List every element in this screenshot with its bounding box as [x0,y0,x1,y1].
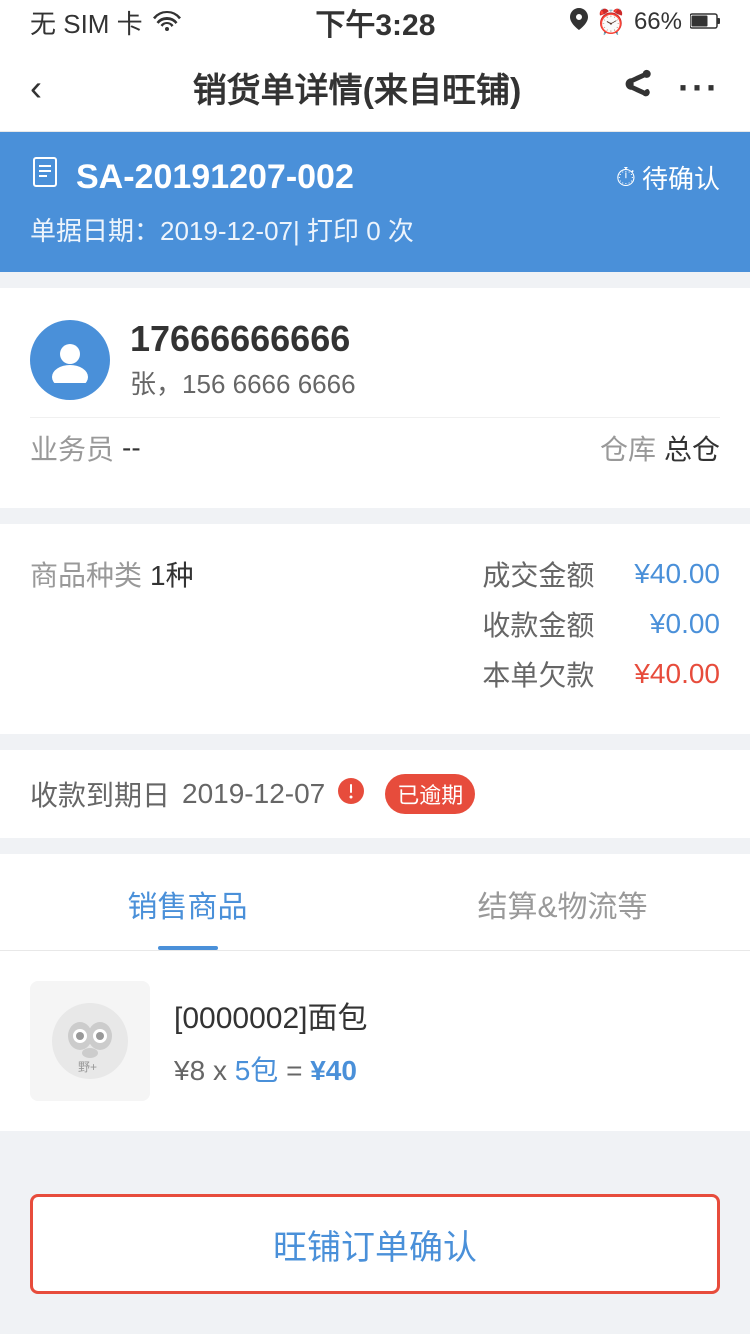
status-clock-icon: ⏱ [616,162,636,194]
nav-bar: ‹ 销货单详情(来自旺铺) ··· [0,44,750,132]
status-right: ⏰ 66% [570,8,720,37]
share-icon[interactable] [624,69,654,107]
warehouse-value: 总仓 [664,428,720,468]
alarm-icon: ⏰ [596,8,626,37]
order-date-value: 2019-12-07 [160,216,293,246]
amount-row: 成交金额 ¥40.00 [482,554,720,594]
owed-value: ¥40.00 [634,658,720,690]
summary-left: 商品种类 1种 [30,554,194,594]
amount-value: ¥40.00 [634,558,720,590]
received-value: ¥0.00 [650,608,720,640]
battery-icon [690,8,720,36]
more-icon[interactable]: ··· [678,67,720,109]
product-unit-price: ¥8 [174,1055,205,1086]
avatar [30,320,110,400]
page-title: 销货单详情(来自旺铺) [90,63,624,112]
nav-actions: ··· [624,67,720,109]
customer-phone[interactable]: 17666666666 [130,318,356,360]
status-bar: 无 SIM 卡 下午3:28 ⏰ 66% [0,0,750,44]
svg-text:野+: 野+ [78,1060,97,1074]
product-types: 商品种类 1种 [30,554,194,594]
due-date-card: 收款到期日 2019-12-07 已逾期 [0,750,750,838]
customer-info: 17666666666 张，156 6666 6666 [130,318,356,401]
order-date-label: 单据日期： [30,216,160,246]
order-id: SA-20191207-002 [30,156,354,199]
order-id-icon [30,156,64,199]
order-header: SA-20191207-002 ⏱ 待确认 单据日期：2019-12-07| 打… [0,132,750,272]
product-price-row: ¥8 x 5包 = ¥40 [174,1049,720,1089]
order-header-row1: SA-20191207-002 ⏱ 待确认 [30,156,720,199]
wifi-icon [153,7,181,38]
confirm-button[interactable]: 旺铺订单确认 [30,1194,720,1294]
customer-name-phone: 张，156 6666 6666 [130,364,356,401]
amount-label: 成交金额 [482,554,594,594]
no-sim-text: 无 SIM 卡 [30,4,143,41]
warehouse-label: 仓库 [600,428,656,468]
order-id-text: SA-20191207-002 [76,158,354,197]
product-thumbnail: 野+ [30,981,150,1101]
status-left: 无 SIM 卡 [30,4,181,41]
tabs-section: 销售商品 结算&物流等 野+ [0000002]面包 [0,854,750,1131]
staff-label: 业务员 [30,428,114,468]
customer-row: 17666666666 张，156 6666 6666 [30,318,720,401]
summary-right: 成交金额 ¥40.00 收款金额 ¥0.00 本单欠款 ¥40.00 [482,554,720,704]
summary-card: 商品种类 1种 成交金额 ¥40.00 收款金额 ¥0.00 本单欠款 ¥40.… [0,524,750,734]
staff-value: -- [122,432,141,464]
owed-label: 本单欠款 [482,654,594,694]
due-date-label: 收款到期日 [30,774,170,814]
received-label: 收款金额 [482,604,594,644]
tab-sales[interactable]: 销售商品 [0,854,375,950]
tabs-header: 销售商品 结算&物流等 [0,854,750,951]
received-row: 收款金额 ¥0.00 [482,604,720,644]
location-icon [570,8,588,37]
product-equals: = [286,1055,310,1086]
product-multiply: x [213,1055,235,1086]
battery-text: 66% [634,8,682,36]
product-total: ¥40 [310,1055,357,1086]
customer-card: 17666666666 张，156 6666 6666 业务员 -- 仓库 总仓 [0,288,750,508]
types-label: 商品种类 [30,554,142,594]
due-date-value: 2019-12-07 [182,778,325,810]
product-name: [0000002]面包 [174,993,720,1037]
overdue-badge: 已逾期 [385,774,475,814]
types-value: 1种 [150,554,194,594]
status-text: 待确认 [642,159,720,196]
product-info: [0000002]面包 ¥8 x 5包 = ¥40 [174,993,720,1089]
confirm-button-wrap: 旺铺订单确认 [30,1194,720,1294]
product-qty: 5包 [235,1055,279,1086]
back-button[interactable]: ‹ [30,67,90,109]
product-item: 野+ [0000002]面包 ¥8 x 5包 = ¥40 [0,951,750,1131]
tab-settlement[interactable]: 结算&物流等 [375,854,750,950]
product-logo: 野+ [30,981,150,1101]
status-time: 下午3:28 [315,0,435,44]
order-print-info: | 打印 0 次 [293,216,414,246]
order-date-row: 单据日期：2019-12-07| 打印 0 次 [30,211,720,248]
warning-icon [337,777,365,812]
staff-row: 业务员 -- 仓库 总仓 [30,417,720,478]
order-status: ⏱ 待确认 [616,159,720,196]
owed-row: 本单欠款 ¥40.00 [482,654,720,694]
